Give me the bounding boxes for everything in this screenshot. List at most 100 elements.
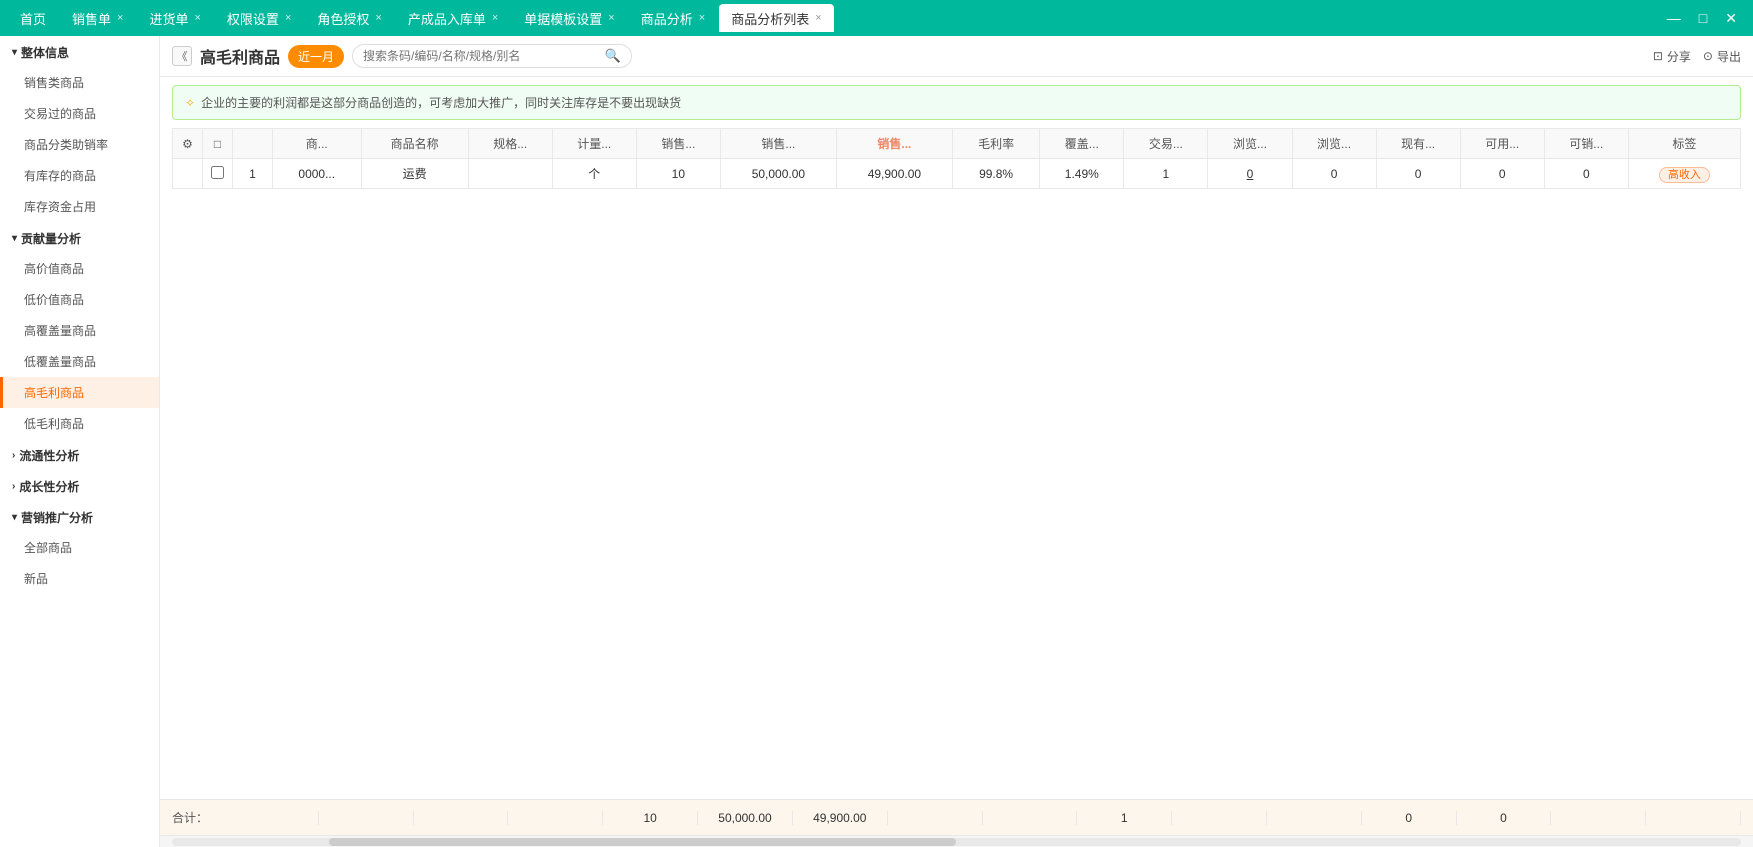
cell-spec — [468, 159, 552, 189]
share-icon: ⊡ — [1653, 49, 1663, 63]
chevron-down-icon: ▾ — [12, 512, 17, 523]
export-icon: ⊙ — [1703, 49, 1713, 63]
col-header-tag[interactable]: 标签 — [1628, 129, 1740, 159]
footer-cell-coverage — [983, 811, 1078, 825]
col-header-sales-count[interactable]: 销售... — [636, 129, 720, 159]
sidebar-item-stock-capital[interactable]: 库存资金占用 — [0, 191, 159, 222]
scrollbar-track — [172, 838, 1741, 846]
cell-sales-amount: 50,000.00 — [720, 159, 836, 189]
close-icon[interactable]: × — [492, 12, 498, 24]
col-header-saleable[interactable]: 可销... — [1544, 129, 1628, 159]
sidebar-group-overall[interactable]: ▾ 整体信息 — [0, 36, 159, 67]
tab-production[interactable]: 产成品入库单 × — [396, 4, 510, 32]
footer-cell-stock: 0 — [1362, 811, 1457, 825]
window-close-button[interactable]: ✕ — [1717, 8, 1745, 29]
sidebar-item-low-coverage[interactable]: 低覆盖量商品 — [0, 346, 159, 377]
col-header-sales-amount[interactable]: 销售... — [720, 129, 836, 159]
sidebar-group-growth[interactable]: › 成长性分析 — [0, 470, 159, 501]
bulb-icon: ✧ — [185, 96, 195, 110]
export-button[interactable]: ⊙ 导出 — [1703, 48, 1741, 65]
cell-index: 1 — [233, 159, 273, 189]
scrollbar-thumb[interactable] — [329, 838, 957, 846]
col-header-browse1[interactable]: 浏览... — [1208, 129, 1292, 159]
sidebar-item-traded-goods[interactable]: 交易过的商品 — [0, 98, 159, 129]
sidebar: ▾ 整体信息 销售类商品 交易过的商品 商品分类助销率 有库存的商品 库存资金占… — [0, 36, 160, 847]
sidebar-item-sales-goods[interactable]: 销售类商品 — [0, 67, 159, 98]
cell-browse1[interactable]: 0 — [1208, 159, 1292, 189]
tab-sales[interactable]: 销售单 × — [60, 4, 135, 32]
share-button[interactable]: ⊡ 分享 — [1653, 48, 1691, 65]
cell-code: 0000... — [273, 159, 362, 189]
close-icon[interactable]: × — [815, 12, 821, 24]
col-header-browse2[interactable]: 浏览... — [1292, 129, 1376, 159]
tab-product-analysis-list[interactable]: 商品分析列表 × — [719, 4, 833, 32]
collapse-sidebar-button[interactable]: 《 — [172, 46, 192, 66]
close-icon[interactable]: × — [699, 12, 705, 24]
col-header-spec[interactable]: 规格... — [468, 129, 552, 159]
horizontal-scrollbar[interactable] — [160, 835, 1753, 847]
table-wrapper[interactable]: ⚙ □ 商... 商品名称 规格... 计量... — [160, 128, 1753, 799]
footer-cell-available: 0 — [1457, 811, 1552, 825]
col-header-name[interactable]: 商品名称 — [361, 129, 468, 159]
sidebar-item-high-value[interactable]: 高价值商品 — [0, 253, 159, 284]
footer-cell-empty3 — [414, 811, 509, 825]
sidebar-group-marketing[interactable]: ▾ 营销推广分析 — [0, 501, 159, 532]
date-filter-button[interactable]: 近一月 — [288, 45, 344, 68]
cell-saleable: 0 — [1544, 159, 1628, 189]
sidebar-item-category-rate[interactable]: 商品分类助销率 — [0, 129, 159, 160]
col-header-trade[interactable]: 交易... — [1124, 129, 1208, 159]
cell-tag: 高收入 — [1628, 159, 1740, 189]
sidebar-item-high-coverage[interactable]: 高覆盖量商品 — [0, 315, 159, 346]
close-icon[interactable]: × — [375, 12, 381, 24]
sidebar-item-low-margin[interactable]: 低毛利商品 — [0, 408, 159, 439]
cell-check[interactable] — [203, 159, 233, 189]
sidebar-item-new-goods[interactable]: 新品 — [0, 563, 159, 594]
close-icon[interactable]: × — [285, 12, 291, 24]
close-icon[interactable]: × — [194, 12, 200, 24]
cell-current-stock: 0 — [1376, 159, 1460, 189]
sidebar-item-low-value[interactable]: 低价值商品 — [0, 284, 159, 315]
maximize-button[interactable]: □ — [1691, 8, 1715, 28]
sidebar-item-stocked-goods[interactable]: 有库存的商品 — [0, 160, 159, 191]
tab-role[interactable]: 角色授权 × — [305, 4, 393, 32]
close-icon[interactable]: × — [608, 12, 614, 24]
search-input[interactable] — [363, 49, 601, 63]
col-header-sales-profit[interactable]: 销售... — [836, 129, 952, 159]
col-header-check[interactable]: □ — [203, 129, 233, 159]
sidebar-group-contribution[interactable]: ▾ 贡献量分析 — [0, 222, 159, 253]
col-header-gross-margin[interactable]: 毛利率 — [952, 129, 1039, 159]
footer-cell-empty6 — [1646, 811, 1741, 825]
sidebar-item-high-margin[interactable]: 高毛利商品 — [0, 377, 159, 408]
sidebar-item-all-goods[interactable]: 全部商品 — [0, 532, 159, 563]
sidebar-group-liquidity[interactable]: › 流通性分析 — [0, 439, 159, 470]
footer-label: 合计： — [172, 809, 208, 826]
col-header-settings[interactable]: ⚙ — [173, 129, 203, 159]
close-icon[interactable]: × — [117, 12, 123, 24]
col-header-unit[interactable]: 计量... — [552, 129, 636, 159]
header-actions: ⊡ 分享 ⊙ 导出 — [1653, 48, 1741, 65]
tab-purchase[interactable]: 进货单 × — [137, 4, 212, 32]
footer-cell-sales-count: 10 — [603, 811, 698, 825]
cell-gross-margin: 99.8% — [952, 159, 1039, 189]
row-checkbox[interactable] — [211, 166, 224, 179]
cell-settings — [173, 159, 203, 189]
cell-sales-profit: 49,900.00 — [836, 159, 952, 189]
tab-template[interactable]: 单据模板设置 × — [512, 4, 626, 32]
col-header-code[interactable]: 商... — [273, 129, 362, 159]
footer-cell-margin — [888, 811, 983, 825]
footer-total: 合计： 10 50,000.00 49,900.00 1 0 0 — [160, 799, 1753, 835]
data-table: ⚙ □ 商... 商品名称 规格... 计量... — [172, 128, 1741, 189]
search-icon[interactable]: 🔍 — [605, 48, 621, 64]
main-layout: ▾ 整体信息 销售类商品 交易过的商品 商品分类助销率 有库存的商品 库存资金占… — [0, 36, 1753, 847]
footer-cell-browse1 — [1172, 811, 1267, 825]
minimize-button[interactable]: — — [1659, 8, 1689, 28]
col-header-current-stock[interactable]: 现有... — [1376, 129, 1460, 159]
tab-permission[interactable]: 权限设置 × — [215, 4, 303, 32]
tab-home[interactable]: 首页 — [8, 4, 58, 32]
tab-product-analysis[interactable]: 商品分析 × — [629, 4, 717, 32]
col-header-available[interactable]: 可用... — [1460, 129, 1544, 159]
col-header-coverage[interactable]: 覆盖... — [1040, 129, 1124, 159]
chevron-right-icon: › — [12, 481, 15, 492]
chevron-right-icon: › — [12, 450, 15, 461]
footer-cell-trade: 1 — [1077, 811, 1172, 825]
